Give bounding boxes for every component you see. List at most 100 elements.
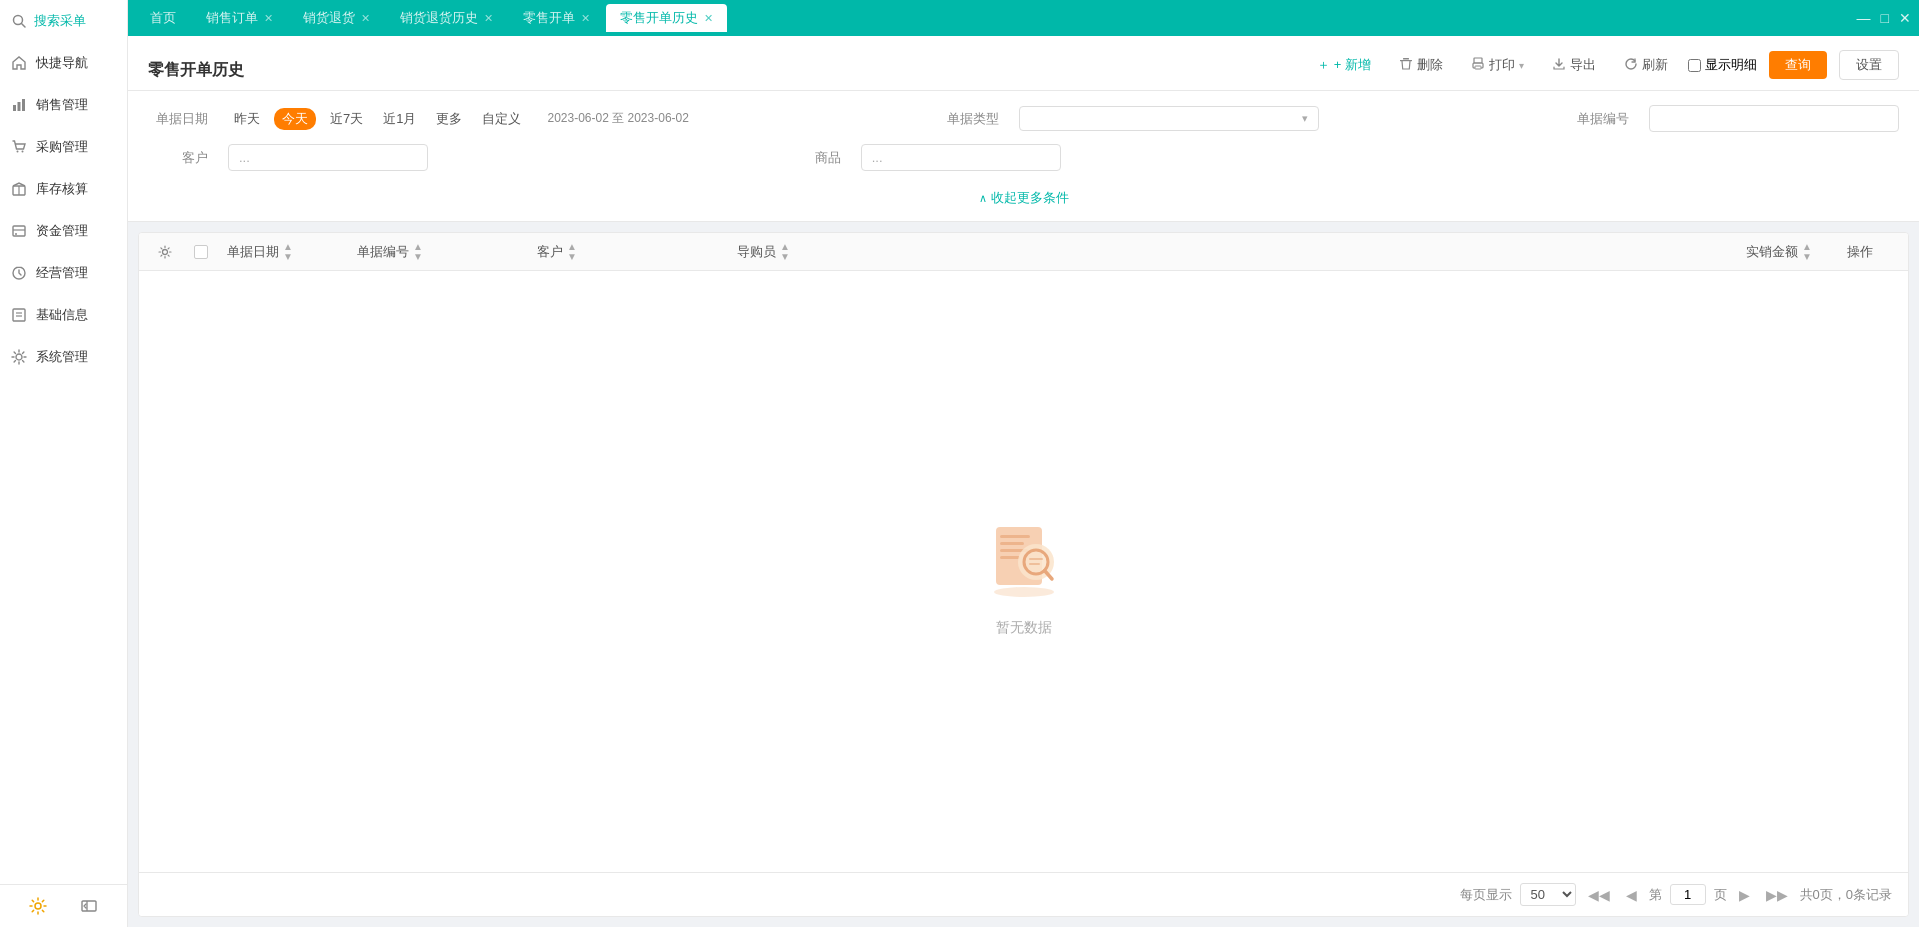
filter-area: 单据日期 昨天 今天 近7天 近1月 更多 自定义 2023-06-02 至 2… (128, 91, 1919, 222)
delete-button[interactable]: 删除 (1391, 52, 1451, 78)
th-date[interactable]: 单据日期 ▲▼ (219, 242, 349, 262)
tab-close-icon[interactable]: ✕ (704, 12, 713, 25)
th-action: 操作 (1820, 243, 1900, 261)
export-icon (1552, 57, 1566, 74)
select-all-checkbox[interactable] (194, 245, 208, 259)
page-header: 零售开单历史 ＋ + 新增 删除 (128, 36, 1919, 91)
svg-rect-2 (13, 105, 16, 111)
display-detail-label: 显示明细 (1705, 56, 1757, 74)
svg-rect-20 (1403, 58, 1409, 60)
box-icon (10, 180, 28, 198)
main-area: 首页 销售订单 ✕ 销货退货 ✕ 销货退货历史 ✕ 零售开单 ✕ 零售开单历史 … (128, 0, 1919, 927)
th-action-label: 操作 (1847, 243, 1873, 261)
filter-row-1: 单据日期 昨天 今天 近7天 近1月 更多 自定义 2023-06-02 至 2… (148, 105, 1899, 132)
tab-close-icon[interactable]: ✕ (581, 12, 590, 25)
export-label: 导出 (1570, 56, 1596, 74)
doc-type-label: 单据类型 (939, 110, 999, 128)
sidebar-item-label: 库存核算 (36, 180, 88, 198)
settings-button[interactable]: 设置 (1839, 50, 1899, 80)
refresh-button[interactable]: 刷新 (1616, 52, 1676, 78)
close-button[interactable]: ✕ (1899, 10, 1911, 26)
date-option-1month[interactable]: 近1月 (377, 108, 422, 130)
sidebar-item-system-mgmt[interactable]: 系统管理 (0, 336, 127, 378)
sidebar-item-label: 基础信息 (36, 306, 88, 324)
collapse-sidebar-icon[interactable] (80, 897, 98, 915)
th-amount[interactable]: 实销金额 ▲▼ (1700, 242, 1820, 262)
sidebar-item-label: 销售管理 (36, 96, 88, 114)
detail-checkbox-input[interactable] (1688, 59, 1701, 72)
collapse-button[interactable]: ∧ 收起更多条件 (148, 183, 1899, 207)
svg-rect-23 (1475, 66, 1481, 69)
svg-rect-4 (22, 99, 25, 111)
tab-close-icon[interactable]: ✕ (361, 12, 370, 25)
sidebar-item-finance[interactable]: 资金管理 (0, 210, 127, 252)
sidebar-item-quick-nav[interactable]: 快捷导航 (0, 42, 127, 84)
date-option-7days[interactable]: 近7天 (324, 108, 369, 130)
tab-sales-return-history[interactable]: 销货退货历史 ✕ (386, 4, 507, 32)
tab-retail-open-history[interactable]: 零售开单历史 ✕ (606, 4, 727, 32)
th-settings[interactable] (147, 245, 183, 259)
empty-illustration (974, 507, 1074, 607)
goods-select[interactable]: ... (861, 144, 1061, 171)
next-page-button[interactable]: ▶ (1735, 885, 1754, 905)
table-area: 单据日期 ▲▼ 单据编号 ▲▼ 客户 ▲▼ 导购员 ▲▼ 实销金额 (138, 232, 1909, 917)
svg-point-24 (163, 249, 168, 254)
th-client[interactable]: 客户 ▲▼ (529, 242, 729, 262)
svg-rect-12 (13, 309, 25, 321)
total-info: 共0页，0条记录 (1800, 886, 1892, 904)
print-label: 打印 (1489, 56, 1515, 74)
print-button[interactable]: 打印 ▾ (1463, 52, 1532, 78)
per-page-select[interactable]: 50 10 20 100 (1520, 883, 1576, 906)
date-option-yesterday[interactable]: 昨天 (228, 108, 266, 130)
sidebar-search[interactable]: 搜索采单 (0, 0, 127, 42)
tab-label: 首页 (150, 9, 176, 27)
th-num[interactable]: 单据编号 ▲▼ (349, 242, 529, 262)
svg-rect-30 (1000, 556, 1020, 559)
prev-page-button[interactable]: ◀ (1622, 885, 1641, 905)
doc-num-input[interactable] (1649, 105, 1899, 132)
date-range-display: 2023-06-02 至 2023-06-02 (547, 110, 688, 127)
page-number-input[interactable] (1670, 884, 1706, 905)
tab-sales-order[interactable]: 销售订单 ✕ (192, 4, 287, 32)
sort-icon: ▲▼ (1802, 242, 1812, 262)
sidebar-item-operations[interactable]: 经营管理 (0, 252, 127, 294)
customer-select[interactable]: ... (228, 144, 428, 171)
query-button[interactable]: 查询 (1769, 51, 1827, 79)
add-button[interactable]: ＋ + 新增 (1309, 52, 1379, 78)
th-check[interactable] (183, 245, 219, 259)
th-date-label: 单据日期 (227, 243, 279, 261)
tab-retail-open[interactable]: 零售开单 ✕ (509, 4, 604, 32)
sidebar-item-sales-mgmt[interactable]: 销售管理 (0, 84, 127, 126)
tab-sales-return[interactable]: 销货退货 ✕ (289, 4, 384, 32)
th-guide[interactable]: 导购员 ▲▼ (729, 242, 849, 262)
sidebar-item-purchase-mgmt[interactable]: 采购管理 (0, 126, 127, 168)
svg-point-5 (17, 151, 19, 153)
sidebar-item-basic-info[interactable]: 基础信息 (0, 294, 127, 336)
maximize-button[interactable]: □ (1881, 10, 1889, 26)
tab-close-icon[interactable]: ✕ (484, 12, 493, 25)
svg-rect-3 (18, 102, 21, 111)
table-header: 单据日期 ▲▼ 单据编号 ▲▼ 客户 ▲▼ 导购员 ▲▼ 实销金额 (139, 233, 1908, 271)
empty-text: 暂无数据 (996, 619, 1052, 637)
minimize-button[interactable]: — (1857, 10, 1871, 26)
th-num-label: 单据编号 (357, 243, 409, 261)
tab-home[interactable]: 首页 (136, 4, 190, 32)
window-controls: — □ ✕ (1857, 10, 1911, 26)
delete-icon (1399, 57, 1413, 74)
date-option-custom[interactable]: 自定义 (476, 108, 527, 130)
chevron-up-icon: ∧ (979, 192, 987, 205)
svg-point-16 (35, 903, 41, 909)
info-icon (10, 306, 28, 324)
settings-footer-icon[interactable] (29, 897, 47, 915)
doc-type-select[interactable]: ▾ (1019, 106, 1319, 131)
first-page-button[interactable]: ◀◀ (1584, 885, 1614, 905)
date-option-today[interactable]: 今天 (274, 108, 316, 130)
toolbar: ＋ + 新增 删除 (1309, 50, 1899, 90)
date-option-more[interactable]: 更多 (430, 108, 468, 130)
display-detail-checkbox[interactable]: 显示明细 (1688, 56, 1757, 74)
export-button[interactable]: 导出 (1544, 52, 1604, 78)
tab-close-icon[interactable]: ✕ (264, 12, 273, 25)
sidebar-item-inventory[interactable]: 库存核算 (0, 168, 127, 210)
last-page-button[interactable]: ▶▶ (1762, 885, 1792, 905)
sort-icon: ▲▼ (413, 242, 423, 262)
